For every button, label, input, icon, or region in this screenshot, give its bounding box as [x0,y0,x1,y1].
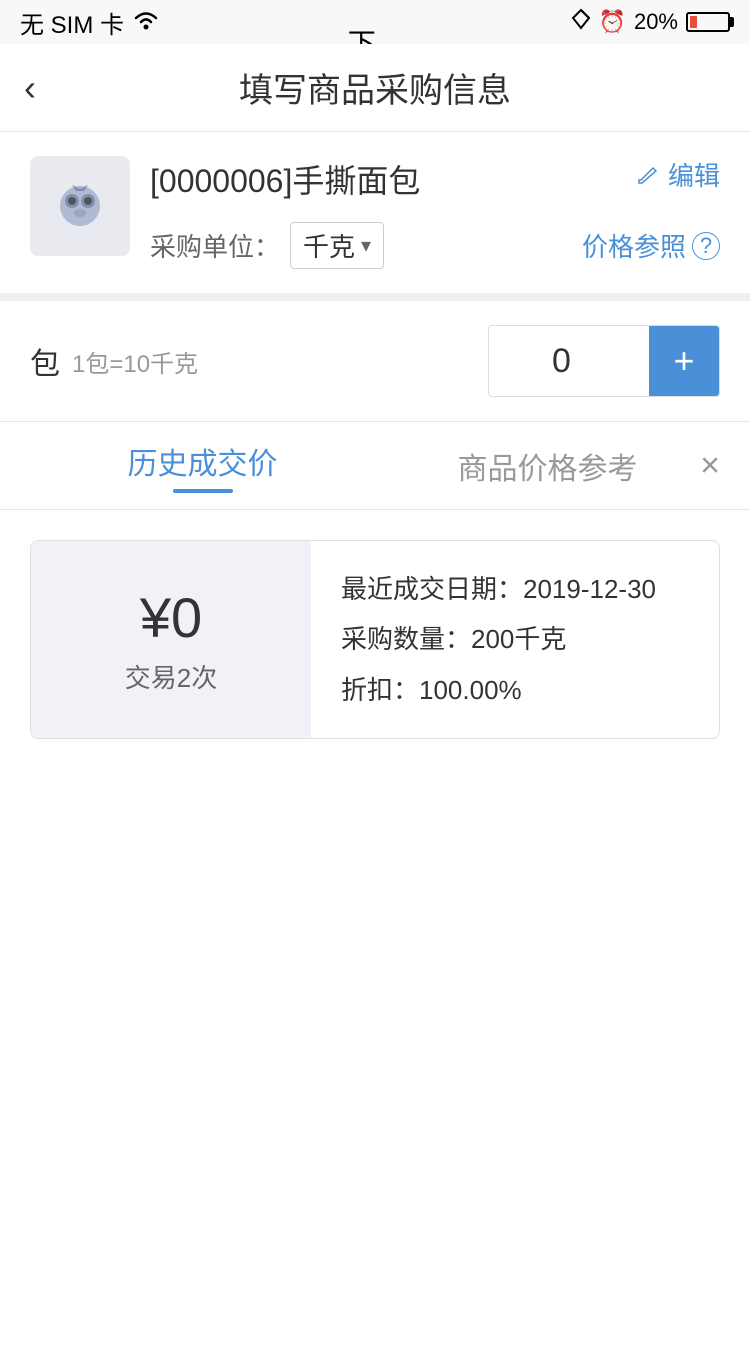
carrier-text: 无 SIM 卡 [20,5,124,40]
tab-product-price-ref[interactable]: 商品价格参考 [375,422,720,509]
quantity-input[interactable] [489,326,649,396]
page-title: 填写商品采购信息 [239,63,511,112]
dropdown-arrow-icon: ▾ [361,233,371,258]
product-unit-row: 采购单位： 千克 ▾ 价格参照 ? [150,222,720,269]
unit-select[interactable]: 千克 ▾ [290,222,384,269]
tab-history-price[interactable]: 历史成交价 [30,422,375,509]
tab-bar: 历史成交价 商品价格参考 × [0,422,750,510]
status-carrier: 无 SIM 卡 [20,5,160,40]
unit-info: 包 1包=10千克 [30,339,198,383]
tab-history-label: 历史成交价 [128,439,278,483]
alarm-icon: ⏰ [599,9,626,35]
unit-equiv: 1包=10千克 [72,344,198,379]
tab-active-indicator [173,489,233,493]
history-card: ¥0 交易2次 最近成交日期：2019-12-30 采购数量：200千克 折扣：… [30,540,720,739]
battery-percent: 20% [634,9,678,35]
date-line: 最近成交日期：2019-12-30 [341,571,689,607]
battery-icon [686,12,730,32]
quantity-row: 包 1包=10千克 + [0,301,750,421]
trade-count: 交易2次 [125,658,217,695]
unit-badge: 包 [30,339,60,383]
product-image [30,156,130,256]
edit-button[interactable]: 编辑 [638,156,720,193]
status-bar: 无 SIM 卡 下午6:12 ⏰ 20% [0,0,750,44]
close-button[interactable]: × [700,446,720,485]
price-amount: ¥0 [140,585,202,650]
product-card: [0000006]手撕面包 编辑 采购单位： 千克 ▾ 价格参照 ? [0,132,750,293]
price-reference-modal: 历史成交价 商品价格参考 × ¥0 交易2次 最近成交日期：2019-12-30… [0,421,750,1369]
nav-bar: ‹ 填写商品采购信息 [0,44,750,132]
tab-product-label: 商品价格参考 [458,444,638,488]
unit-label: 采购单位： [150,227,280,264]
divider-1 [0,293,750,301]
product-info: [0000006]手撕面包 编辑 采购单位： 千克 ▾ 价格参照 ? [150,156,720,269]
quantity-plus-button[interactable]: + [649,326,719,396]
discount-line: 折扣：100.00% [341,672,689,708]
qty-line: 采购数量：200千克 [341,621,689,657]
bottom-space [0,769,750,1369]
price-ref-button[interactable]: 价格参照 ? [582,227,720,264]
product-logo-icon [50,171,110,241]
product-name: [0000006]手撕面包 [150,156,420,202]
back-button[interactable]: ‹ [24,67,36,109]
quantity-control: + [488,325,720,397]
wifi-icon [132,8,160,37]
card-detail-section: 最近成交日期：2019-12-30 采购数量：200千克 折扣：100.00% [311,541,719,738]
card-price-section: ¥0 交易2次 [31,541,311,738]
status-right: ⏰ 20% [571,8,730,36]
help-icon: ? [692,232,720,260]
location-icon [571,8,591,36]
history-section: ¥0 交易2次 最近成交日期：2019-12-30 采购数量：200千克 折扣：… [0,510,750,769]
product-header: [0000006]手撕面包 编辑 [150,156,720,202]
